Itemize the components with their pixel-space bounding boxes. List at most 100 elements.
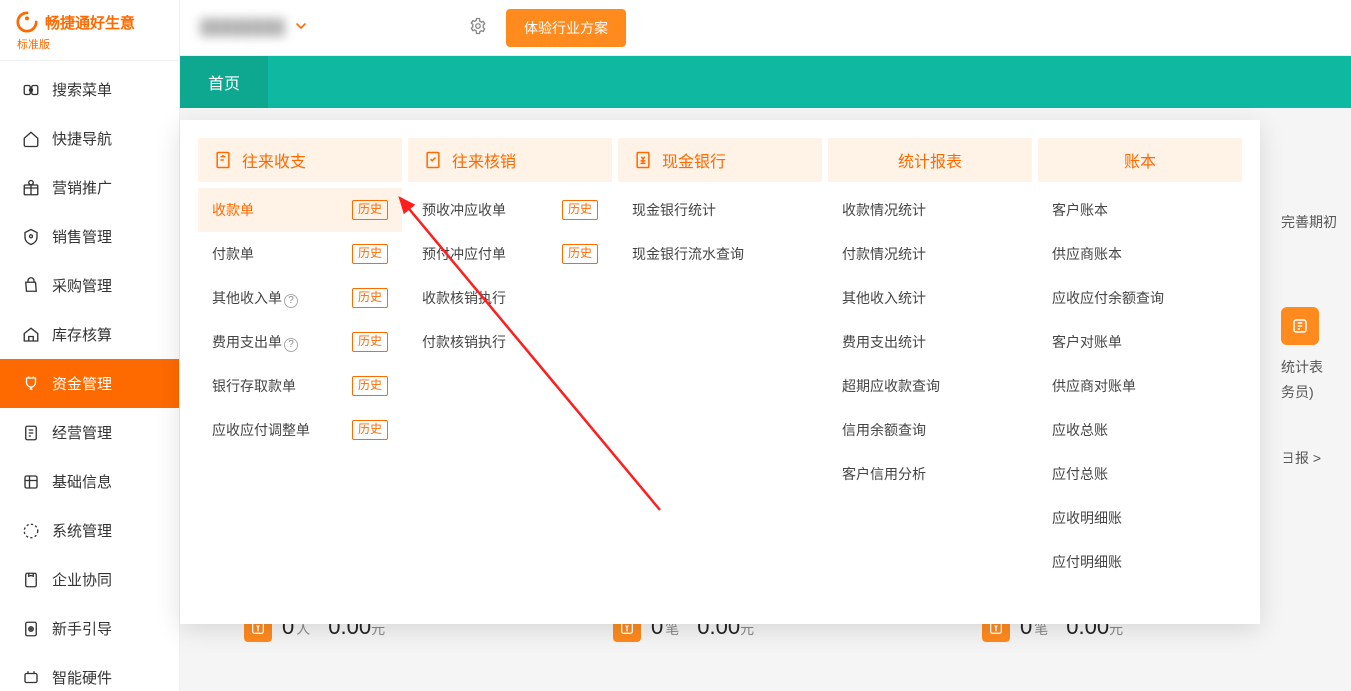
- mega-item[interactable]: 客户账本: [1038, 188, 1242, 232]
- mega-item-label: 费用支出统计: [842, 332, 926, 352]
- mega-item-label: 其他收入单?: [212, 288, 298, 308]
- mega-item[interactable]: 应收总账: [1038, 408, 1242, 452]
- mega-column-title: 现金银行: [662, 148, 726, 172]
- mega-item[interactable]: 其他收入统计: [828, 276, 1032, 320]
- receipt-icon: [212, 149, 234, 171]
- mega-item[interactable]: 现金银行统计: [618, 188, 822, 232]
- nav-label: 销售管理: [52, 226, 112, 247]
- mega-item[interactable]: 费用支出单? 历史: [198, 320, 402, 364]
- nav-item-3[interactable]: 销售管理: [0, 212, 179, 261]
- history-tag[interactable]: 历史: [562, 200, 598, 220]
- mega-item-label: 应付总账: [1052, 464, 1108, 484]
- nav-icon: [22, 375, 40, 393]
- mega-item-label: 应收应付调整单: [212, 420, 310, 440]
- mega-item[interactable]: 客户信用分析: [828, 452, 1032, 496]
- mega-column-header: 往来收支: [198, 138, 402, 182]
- nav-item-8[interactable]: 基础信息: [0, 457, 179, 506]
- nav-item-9[interactable]: 系统管理: [0, 506, 179, 555]
- nav-label: 系统管理: [52, 520, 112, 541]
- mega-item[interactable]: 其他收入单? 历史: [198, 276, 402, 320]
- nav-item-0[interactable]: 搜索菜单: [0, 65, 179, 114]
- nav-item-2[interactable]: 营销推广: [0, 163, 179, 212]
- nav-item-7[interactable]: 经营管理: [0, 408, 179, 457]
- mega-column-header: 账本: [1038, 138, 1242, 182]
- nav-item-11[interactable]: 新手引导: [0, 604, 179, 653]
- peek-text-1: 完善期初: [1281, 210, 1351, 235]
- mega-item[interactable]: 应收应付调整单 历史: [198, 408, 402, 452]
- mega-item[interactable]: 客户对账单: [1038, 320, 1242, 364]
- nav-icon: [22, 669, 40, 687]
- nav-icon: [22, 326, 40, 344]
- mega-item-label: 付款情况统计: [842, 244, 926, 264]
- settings-button[interactable]: [464, 14, 492, 42]
- history-tag[interactable]: 历史: [352, 332, 388, 352]
- topbar: ████████ 体验行业方案: [180, 0, 1351, 56]
- history-tag[interactable]: 历史: [352, 200, 388, 220]
- mega-item[interactable]: 付款单历史: [198, 232, 402, 276]
- mega-item-label: 客户信用分析: [842, 464, 926, 484]
- mega-item-label: 应收明细账: [1052, 508, 1122, 528]
- mega-column-title: 往来核销: [452, 148, 516, 172]
- mega-item[interactable]: 费用支出统计: [828, 320, 1032, 364]
- mega-column-3: 统计报表收款情况统计付款情况统计其他收入统计费用支出统计超期应收款查询信用余额查…: [828, 138, 1032, 584]
- nav-icon: [22, 81, 40, 99]
- mega-item[interactable]: 现金银行流水查询: [618, 232, 822, 276]
- org-selector[interactable]: ████████: [200, 19, 450, 36]
- nav-icon: [22, 228, 40, 246]
- nav-label: 新手引导: [52, 618, 112, 639]
- mega-item[interactable]: 应收应付余额查询: [1038, 276, 1242, 320]
- mega-item[interactable]: 银行存取款单历史: [198, 364, 402, 408]
- verify-icon: [422, 149, 444, 171]
- mega-item-label: 费用支出单?: [212, 332, 298, 352]
- brand-edition: 标准版: [17, 36, 164, 52]
- mega-item-label: 预付冲应付单: [422, 244, 506, 264]
- mega-item[interactable]: 供应商账本: [1038, 232, 1242, 276]
- industry-plan-button[interactable]: 体验行业方案: [506, 9, 626, 47]
- sidebar: 畅捷通好生意 标准版 搜索菜单快捷导航营销推广销售管理采购管理库存核算资金管理经…: [0, 0, 180, 691]
- mega-item[interactable]: 收款情况统计: [828, 188, 1032, 232]
- mega-item-label: 现金银行流水查询: [632, 244, 744, 264]
- nav-icon: [22, 571, 40, 589]
- history-tag[interactable]: 历史: [352, 288, 388, 308]
- mega-item[interactable]: 付款核销执行: [408, 320, 612, 364]
- nav-item-6[interactable]: 资金管理: [0, 359, 179, 408]
- org-name: ████████: [200, 19, 285, 36]
- mega-item[interactable]: 应收明细账: [1038, 496, 1242, 540]
- nav-item-1[interactable]: 快捷导航: [0, 114, 179, 163]
- history-tag[interactable]: 历史: [562, 244, 598, 264]
- help-icon[interactable]: ?: [284, 338, 298, 352]
- mega-item[interactable]: 付款情况统计: [828, 232, 1032, 276]
- mega-item[interactable]: 预收冲应收单历史: [408, 188, 612, 232]
- help-icon[interactable]: ?: [284, 294, 298, 308]
- logo-area: 畅捷通好生意 标准版: [0, 0, 179, 61]
- mega-menu: 往来收支收款单历史付款单历史其他收入单?历史费用支出单?历史银行存取款单历史应收…: [180, 120, 1260, 624]
- mega-item[interactable]: 收款核销执行: [408, 276, 612, 320]
- mega-item[interactable]: 供应商对账单: [1038, 364, 1242, 408]
- gear-icon: [469, 17, 487, 38]
- nav-item-4[interactable]: 采购管理: [0, 261, 179, 310]
- mega-item[interactable]: 超期应收款查询: [828, 364, 1032, 408]
- mega-item-label: 客户对账单: [1052, 332, 1122, 352]
- mega-item-label: 供应商对账单: [1052, 376, 1136, 396]
- brand-logo-icon: [15, 10, 39, 34]
- nav-label: 库存核算: [52, 324, 112, 345]
- tab-home[interactable]: 首页: [180, 56, 268, 108]
- nav-item-12[interactable]: 智能硬件: [0, 653, 179, 691]
- mega-item[interactable]: 应付明细账: [1038, 540, 1242, 584]
- mega-item[interactable]: 收款单历史: [198, 188, 402, 232]
- history-tag[interactable]: 历史: [352, 420, 388, 440]
- history-tag[interactable]: 历史: [352, 244, 388, 264]
- nav-item-5[interactable]: 库存核算: [0, 310, 179, 359]
- mega-item[interactable]: 应付总账: [1038, 452, 1242, 496]
- mega-item-label: 付款核销执行: [422, 332, 506, 352]
- nav-label: 快捷导航: [52, 128, 112, 149]
- nav-icon: [22, 473, 40, 491]
- mega-item-label: 应收总账: [1052, 420, 1108, 440]
- mega-item[interactable]: 预付冲应付单 历史: [408, 232, 612, 276]
- history-tag[interactable]: 历史: [352, 376, 388, 396]
- nav-item-10[interactable]: 企业协同: [0, 555, 179, 604]
- mega-item[interactable]: 信用余额查询: [828, 408, 1032, 452]
- right-cutoff-panel: 完善期初 统计表 务员) ∃报 >: [1281, 120, 1351, 471]
- nav-icon: [22, 277, 40, 295]
- nav-label: 采购管理: [52, 275, 112, 296]
